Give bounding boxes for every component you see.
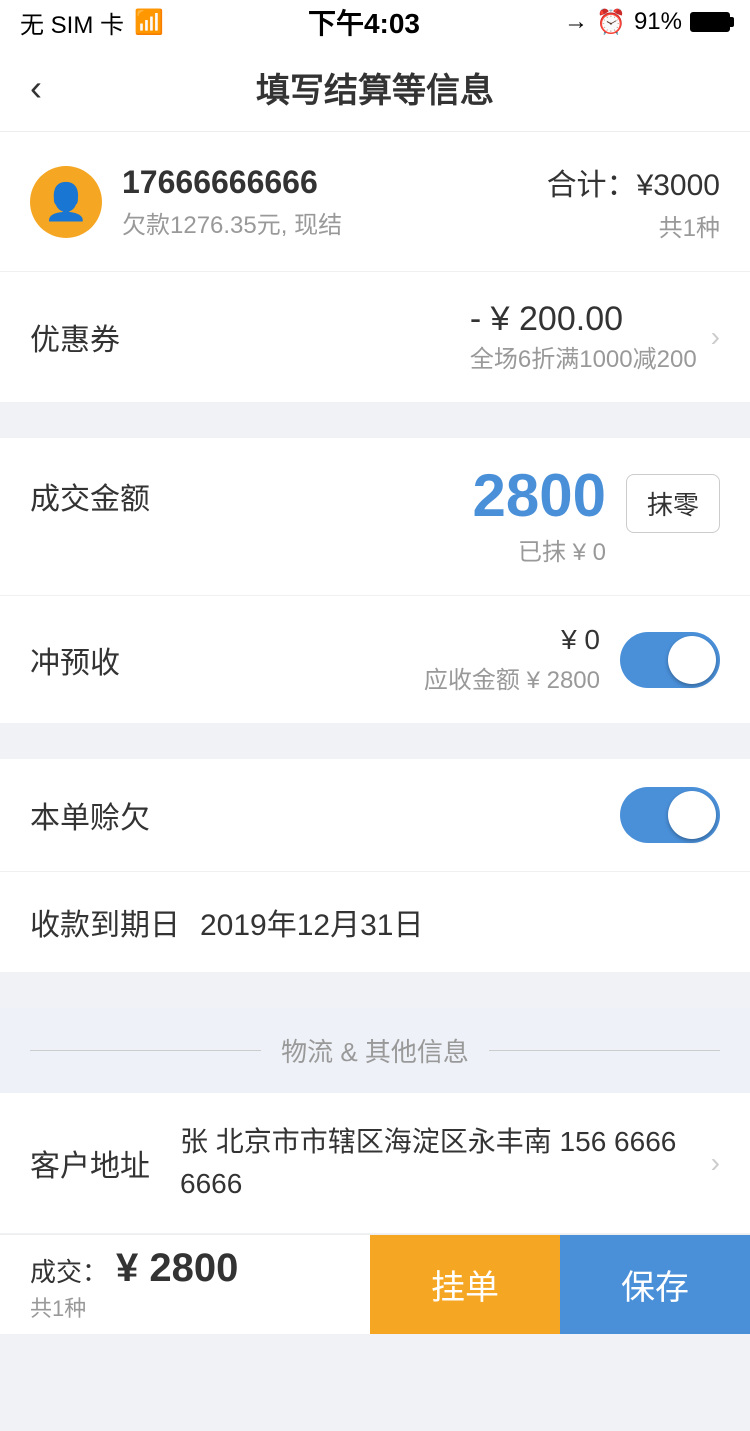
battery-icon: [690, 12, 730, 32]
hang-button[interactable]: 挂单: [370, 1235, 560, 1334]
duedate-value: 2019年12月31日: [200, 900, 423, 944]
deal-amount-section: 成交金额 2800 已抹 ¥ 0 抹零 冲预收 ¥ 0 应收金额 ¥ 2800: [0, 438, 750, 723]
customer-sub-text: 欠款1276.35元, 现结: [122, 205, 547, 240]
amount-row: 成交金额 2800 已抹 ¥ 0 抹零: [0, 438, 750, 595]
prepay-sub: 应收金额 ¥ 2800: [424, 660, 600, 695]
status-right: → ⏰ 91%: [564, 8, 730, 37]
customer-total: 合计：¥3000 共1种: [547, 160, 720, 243]
alarm-icon: ⏰: [596, 8, 626, 37]
amount-right: 2800 已抹 ¥ 0 抹零: [473, 466, 721, 567]
footer-amount: ¥ 2800: [116, 1246, 238, 1291]
page-title: 填写结算等信息: [256, 63, 494, 112]
duedate-row: 收款到期日 2019年12月31日: [0, 871, 750, 972]
prepay-right: ¥ 0 应收金额 ¥ 2800: [424, 624, 720, 695]
avatar: 👤: [30, 166, 102, 238]
amount-inner-row: 成交金额 2800 已抹 ¥ 0 抹零: [30, 466, 720, 567]
avatar-icon: 👤: [44, 181, 89, 223]
status-time: 下午4:03: [308, 2, 420, 42]
prepay-value: ¥ 0: [424, 624, 600, 656]
customer-section: 👤 17666666666 欠款1276.35元, 现结 合计：¥3000 共1…: [0, 132, 750, 402]
debit-section: 本单赊欠 收款到期日 2019年12月31日: [0, 759, 750, 972]
prepay-label: 冲预收: [30, 638, 120, 682]
address-section: 客户地址 张 北京市市辖区海淀区永丰南 156 6666 6666 ›: [0, 1093, 750, 1233]
chevron-right-icon: ›: [711, 321, 720, 353]
footer: 成交： ¥ 2800 共1种 挂单 保存: [0, 1234, 750, 1334]
divider-2: [0, 741, 750, 759]
address-row[interactable]: 客户地址 张 北京市市辖区海淀区永丰南 156 6666 6666 ›: [0, 1093, 750, 1233]
wifi-icon: 📶: [134, 8, 164, 37]
coupon-discount: - ¥ 200.00: [470, 300, 701, 339]
logistics-divider: 物流 & 其他信息: [0, 1008, 750, 1093]
prepay-row: 冲预收 ¥ 0 应收金额 ¥ 2800: [0, 595, 750, 723]
total-count: 共1种: [547, 208, 720, 243]
address-value: 张 北京市市辖区海淀区永丰南 156 6666 6666: [180, 1121, 711, 1205]
sim-status: 无 SIM 卡: [20, 5, 124, 40]
page-header: ‹ 填写结算等信息: [0, 44, 750, 132]
address-label: 客户地址: [30, 1141, 150, 1185]
debit-label: 本单赊欠: [30, 793, 150, 837]
footer-deal-label: 成交：: [30, 1252, 108, 1289]
coupon-info: - ¥ 200.00 全场6折满1000减200: [470, 300, 701, 374]
back-button[interactable]: ‹: [30, 57, 62, 119]
divider-3: [0, 990, 750, 1008]
status-bar: 无 SIM 卡 📶 下午4:03 → ⏰ 91%: [0, 0, 750, 44]
footer-summary: 成交： ¥ 2800 共1种: [0, 1235, 370, 1334]
amount-sub: 已抹 ¥ 0: [473, 532, 606, 567]
customer-row: 👤 17666666666 欠款1276.35元, 现结 合计：¥3000 共1…: [0, 132, 750, 272]
coupon-label: 优惠券: [30, 315, 120, 359]
logistics-text: 物流 & 其他信息: [281, 1032, 469, 1069]
save-button[interactable]: 保存: [560, 1235, 750, 1334]
round-button[interactable]: 抹零: [626, 474, 720, 533]
footer-deal-row: 成交： ¥ 2800: [30, 1246, 340, 1291]
duedate-label: 收款到期日: [30, 900, 180, 944]
battery-percent: 91%: [634, 8, 682, 36]
debit-toggle[interactable]: [620, 787, 720, 843]
amount-label: 成交金额: [30, 466, 150, 518]
amount-value: 2800: [473, 466, 606, 526]
prepay-toggle[interactable]: [620, 632, 720, 688]
logistics-line-right: [489, 1050, 720, 1051]
divider-1: [0, 420, 750, 438]
total-amount: 合计：¥3000: [547, 160, 720, 204]
location-icon: →: [564, 8, 588, 36]
status-left: 无 SIM 卡 📶: [20, 5, 164, 40]
coupon-row[interactable]: 优惠券 - ¥ 200.00 全场6折满1000减200 ›: [0, 272, 750, 402]
footer-count: 共1种: [30, 1291, 340, 1323]
address-chevron-icon: ›: [711, 1147, 720, 1179]
customer-phone: 17666666666: [122, 164, 547, 201]
prepay-value-wrap: ¥ 0 应收金额 ¥ 2800: [424, 624, 600, 695]
debit-row: 本单赊欠: [0, 759, 750, 871]
amount-value-wrap: 2800 已抹 ¥ 0: [473, 466, 606, 567]
coupon-right: - ¥ 200.00 全场6折满1000减200 ›: [470, 300, 720, 374]
logistics-line-left: [30, 1050, 261, 1051]
customer-info: 17666666666 欠款1276.35元, 现结: [122, 164, 547, 240]
coupon-desc: 全场6折满1000减200: [470, 339, 697, 374]
